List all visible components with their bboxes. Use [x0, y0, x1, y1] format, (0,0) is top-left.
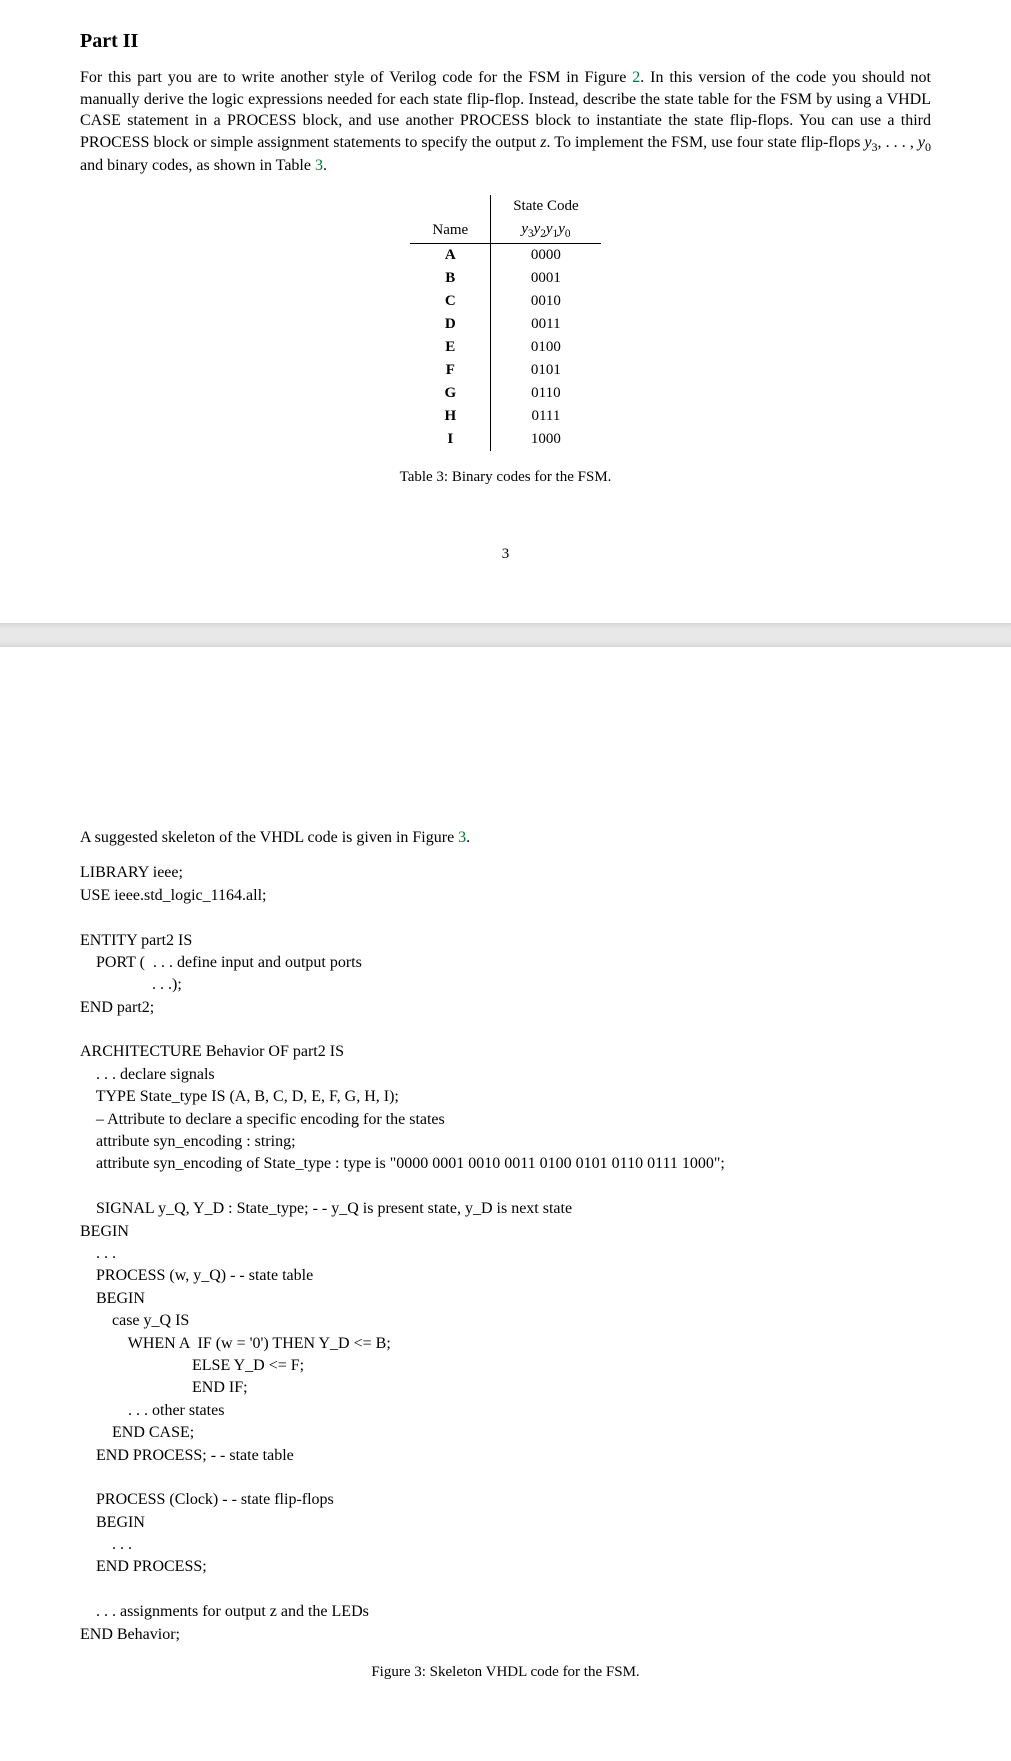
top-margin — [80, 677, 931, 827]
page-1: Part II For this part you are to write a… — [0, 0, 1011, 623]
table-row: I1000 — [410, 428, 600, 451]
col-statecode-header: State Code — [491, 195, 601, 218]
page-number: 3 — [80, 546, 931, 563]
bit-sub: 0 — [565, 228, 571, 240]
cell-name: B — [410, 267, 490, 290]
table-row: B0001 — [410, 267, 600, 290]
part-title: Part II — [80, 30, 931, 53]
cell-name: C — [410, 290, 490, 313]
table-row: H0111 — [410, 405, 600, 428]
text: . — [466, 829, 470, 846]
cell-name: E — [410, 336, 490, 359]
sub-0: 0 — [925, 140, 931, 154]
cell-code: 0000 — [491, 243, 601, 267]
cell-code: 0011 — [491, 313, 601, 336]
table-header-row-1: State Code — [410, 195, 600, 218]
table-3-ref: 3 — [315, 157, 323, 174]
figure-3-ref: 3 — [458, 829, 466, 846]
text: A suggested skeleton of the VHDL code is… — [80, 829, 458, 846]
cell-name: I — [410, 428, 490, 451]
cell-name: H — [410, 405, 490, 428]
cell-name: D — [410, 313, 490, 336]
bit-y: y — [546, 221, 553, 237]
table-header-row-2: Name y3y2y1y0 — [410, 218, 600, 244]
text: For this part you are to write another s… — [80, 69, 632, 86]
cell-name: F — [410, 359, 490, 382]
page-separator — [0, 623, 1011, 647]
text: . — [323, 157, 327, 174]
intro-paragraph: For this part you are to write another s… — [80, 67, 931, 177]
table-3-caption: Table 3: Binary codes for the FSM. — [80, 469, 931, 486]
col-name-blank — [410, 195, 490, 218]
cell-code: 0111 — [491, 405, 601, 428]
var-y3: y — [864, 134, 871, 151]
text: , . . . , — [878, 134, 918, 151]
table-row: G0110 — [410, 382, 600, 405]
cell-code: 0101 — [491, 359, 601, 382]
var-y0: y — [918, 134, 925, 151]
skeleton-lead: A suggested skeleton of the VHDL code is… — [80, 827, 931, 849]
cell-name: G — [410, 382, 490, 405]
state-code-table: State Code Name y3y2y1y0 A0000 B0001 C00… — [410, 195, 600, 451]
cell-code: 0010 — [491, 290, 601, 313]
cell-code: 0100 — [491, 336, 601, 359]
col-bits-header: y3y2y1y0 — [491, 218, 601, 244]
text: and binary codes, as shown in Table — [80, 157, 315, 174]
table-row: D0011 — [410, 313, 600, 336]
vhdl-code-skeleton: LIBRARY ieee; USE ieee.std_logic_1164.al… — [80, 862, 931, 1646]
bit-y: y — [558, 221, 565, 237]
table-row: A0000 — [410, 243, 600, 267]
cell-code: 1000 — [491, 428, 601, 451]
page-2: A suggested skeleton of the VHDL code is… — [0, 647, 1011, 1761]
table-row: F0101 — [410, 359, 600, 382]
cell-code: 0110 — [491, 382, 601, 405]
text: . To implement the FSM, use four state f… — [547, 134, 865, 151]
col-name-header: Name — [410, 218, 490, 244]
table-row: C0010 — [410, 290, 600, 313]
figure-3-caption: Figure 3: Skeleton VHDL code for the FSM… — [80, 1664, 931, 1681]
bit-y: y — [521, 221, 528, 237]
cell-code: 0001 — [491, 267, 601, 290]
cell-name: A — [410, 243, 490, 267]
table-row: E0100 — [410, 336, 600, 359]
